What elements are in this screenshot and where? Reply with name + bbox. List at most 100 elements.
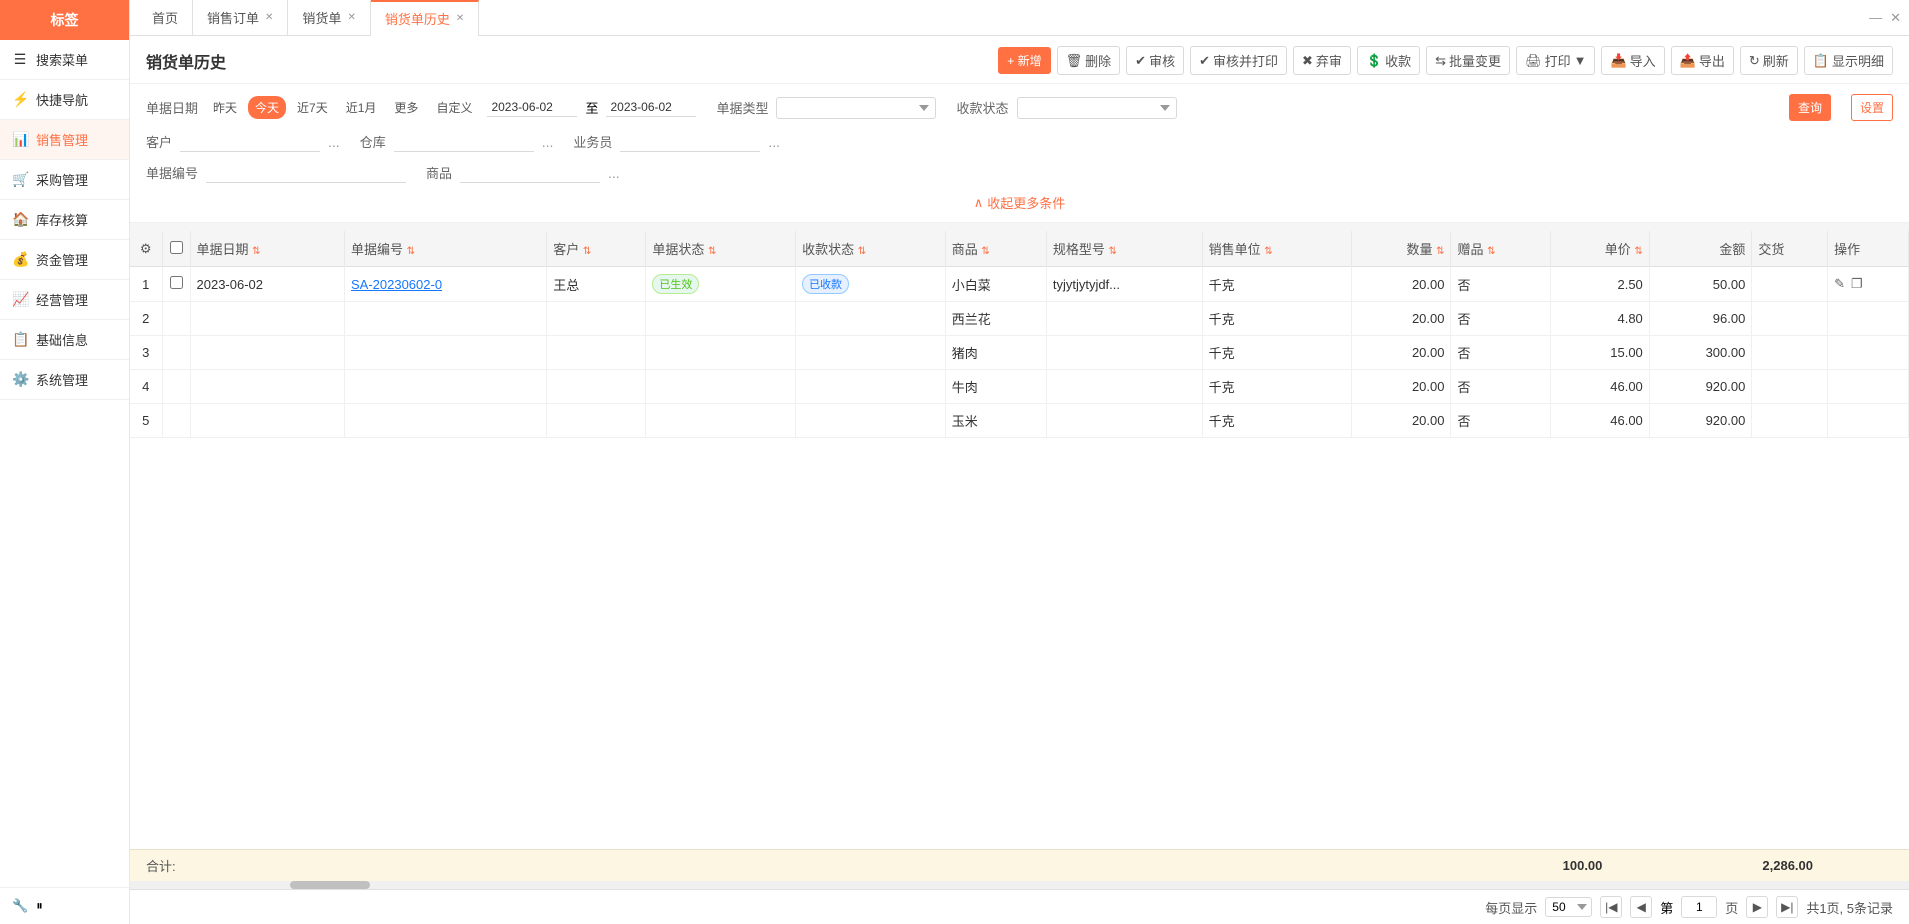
customer-picker-btn[interactable]: ...: [328, 134, 340, 150]
doc-no-filter-group: 单据编号: [146, 162, 406, 183]
review-button[interactable]: ✔ 审核: [1126, 46, 1184, 75]
col-doc-status[interactable]: 单据状态 ⇅: [646, 231, 796, 267]
window-minimize-btn[interactable]: —: [1869, 10, 1882, 25]
sidebar-item-inventory[interactable]: 🏠 库存核算: [0, 200, 129, 240]
window-close-btn[interactable]: ✕: [1890, 10, 1901, 26]
collect-button[interactable]: 💲 收款: [1357, 46, 1420, 75]
col-goods[interactable]: 商品 ⇅: [945, 231, 1046, 267]
new-button[interactable]: + 新增: [998, 47, 1050, 74]
page-prev-btn[interactable]: ◀: [1630, 896, 1652, 918]
col-spec[interactable]: 规格型号 ⇅: [1046, 231, 1202, 267]
settings-button[interactable]: 设置: [1851, 94, 1893, 121]
date-btn-1month[interactable]: 近1月: [339, 96, 384, 119]
sidebar-item-purchase-mgmt[interactable]: 🛒 采购管理: [0, 160, 129, 200]
import-button[interactable]: 📥 导入: [1601, 46, 1664, 75]
col-checkbox[interactable]: [162, 231, 190, 267]
col-customer[interactable]: 客户 ⇅: [547, 231, 646, 267]
page-first-btn[interactable]: |◀: [1600, 896, 1622, 918]
row-doc-no: [344, 302, 546, 336]
payment-status-select[interactable]: [1017, 97, 1177, 119]
col-unit[interactable]: 销售单位 ⇅: [1202, 231, 1352, 267]
row-date: [190, 302, 344, 336]
doc-no-input[interactable]: [206, 162, 406, 183]
import-icon: 📥: [1610, 53, 1626, 69]
page-size-select[interactable]: 50 20 100: [1545, 897, 1592, 917]
sidebar-item-label: 资金管理: [36, 250, 88, 269]
col-settings[interactable]: ⚙: [130, 231, 162, 267]
row-spec: tyjytjytyjdf...: [1046, 267, 1202, 302]
tab-sales-history-close[interactable]: ✕: [456, 13, 464, 24]
staff-picker-btn[interactable]: ...: [768, 134, 780, 150]
row-doc-no[interactable]: SA-20230602-0: [344, 267, 546, 302]
row-checkbox[interactable]: [162, 404, 190, 438]
sidebar-item-basic-info[interactable]: 📋 基础信息: [0, 320, 129, 360]
print-chevron-icon: ▼: [1574, 53, 1587, 68]
col-gift[interactable]: 赠品 ⇅: [1451, 231, 1550, 267]
tab-sales-goods[interactable]: 销货单 ✕: [288, 0, 370, 36]
row-select-checkbox[interactable]: [170, 276, 183, 289]
print-button[interactable]: 🖨 打印 ▼: [1516, 46, 1595, 75]
date-range-btns: 昨天 今天 近7天 近1月 更多 自定义: [206, 96, 479, 119]
sidebar-item-sys-mgmt[interactable]: ⚙️ 系统管理: [0, 360, 129, 400]
date-from-input[interactable]: [487, 98, 577, 117]
payment-status-label: 收款状态: [956, 98, 1008, 117]
show-detail-button[interactable]: 📋 显示明细: [1804, 46, 1893, 75]
doc-type-select[interactable]: [776, 97, 936, 119]
select-all-checkbox[interactable]: [170, 241, 183, 254]
batch-change-button[interactable]: ⇆ 批量变更: [1426, 46, 1510, 75]
col-qty[interactable]: 数量 ⇅: [1352, 231, 1451, 267]
row-checkbox[interactable]: [162, 267, 190, 302]
warehouse-input[interactable]: [394, 131, 534, 152]
scrollbar-thumb[interactable]: [290, 881, 370, 889]
date-btn-yesterday[interactable]: 昨天: [206, 96, 244, 119]
export-button[interactable]: 📤 导出: [1671, 46, 1734, 75]
staff-input[interactable]: [620, 131, 760, 152]
col-doc-no[interactable]: 单据编号 ⇅: [344, 231, 546, 267]
query-button[interactable]: 查询: [1789, 94, 1831, 121]
tab-sales-order-close[interactable]: ✕: [265, 12, 273, 23]
horizontal-scrollbar[interactable]: [130, 881, 1909, 889]
date-btn-7days[interactable]: 近7天: [290, 96, 335, 119]
page-next-btn[interactable]: ▶: [1746, 896, 1768, 918]
edit-icon[interactable]: ✎: [1834, 276, 1845, 292]
sidebar-item-quick-nav[interactable]: ⚡ 快捷导航: [0, 80, 129, 120]
goods-input[interactable]: [460, 162, 600, 183]
pause-icon[interactable]: ⏸: [36, 898, 43, 914]
row-checkbox[interactable]: [162, 336, 190, 370]
row-qty: 20.00: [1352, 336, 1451, 370]
page-input[interactable]: [1681, 896, 1717, 918]
tab-sales-order[interactable]: 销售订单 ✕: [193, 0, 288, 36]
delete-icon: 🗑: [1066, 53, 1083, 69]
settings-icon[interactable]: 🔧: [12, 898, 28, 914]
sidebar-item-label: 经营管理: [36, 290, 88, 309]
row-customer: [547, 370, 646, 404]
date-to-input[interactable]: [606, 98, 696, 117]
col-date[interactable]: 单据日期 ⇅: [190, 231, 344, 267]
col-unit-price[interactable]: 单价 ⇅: [1550, 231, 1649, 267]
date-btn-custom[interactable]: 自定义: [429, 96, 479, 119]
tab-home[interactable]: 首页: [138, 0, 193, 36]
delete-button[interactable]: 🗑 删除: [1057, 46, 1121, 75]
date-btn-more[interactable]: 更多: [387, 96, 425, 119]
row-checkbox[interactable]: [162, 302, 190, 336]
date-btn-today[interactable]: 今天: [248, 96, 286, 119]
tab-sales-goods-close[interactable]: ✕: [347, 12, 355, 23]
row-checkbox[interactable]: [162, 370, 190, 404]
sidebar-item-sales-mgmt[interactable]: 📊 销售管理: [0, 120, 129, 160]
customer-input[interactable]: [180, 131, 320, 152]
col-payment-status[interactable]: 收款状态 ⇅: [796, 231, 946, 267]
warehouse-picker-btn[interactable]: ...: [542, 134, 554, 150]
sidebar-item-fund-mgmt[interactable]: 💰 资金管理: [0, 240, 129, 280]
refresh-button[interactable]: ↻ 刷新: [1740, 46, 1798, 75]
goods-picker-btn[interactable]: ...: [608, 165, 620, 181]
row-spec: [1046, 336, 1202, 370]
row-payment-status: [796, 370, 946, 404]
sidebar-item-search-menu[interactable]: ☰ 搜索菜单: [0, 40, 129, 80]
review-print-button[interactable]: ✔ 审核并打印: [1190, 46, 1287, 75]
page-last-btn[interactable]: ▶|: [1776, 896, 1798, 918]
tab-sales-history[interactable]: 销货单历史 ✕: [371, 0, 479, 36]
copy-icon[interactable]: ❐: [1851, 276, 1863, 292]
sidebar-item-ops-mgmt[interactable]: 📈 经营管理: [0, 280, 129, 320]
collapse-btn[interactable]: ∧ 收起更多条件: [146, 193, 1893, 212]
abandon-button[interactable]: ✖ 弃审: [1293, 46, 1351, 75]
